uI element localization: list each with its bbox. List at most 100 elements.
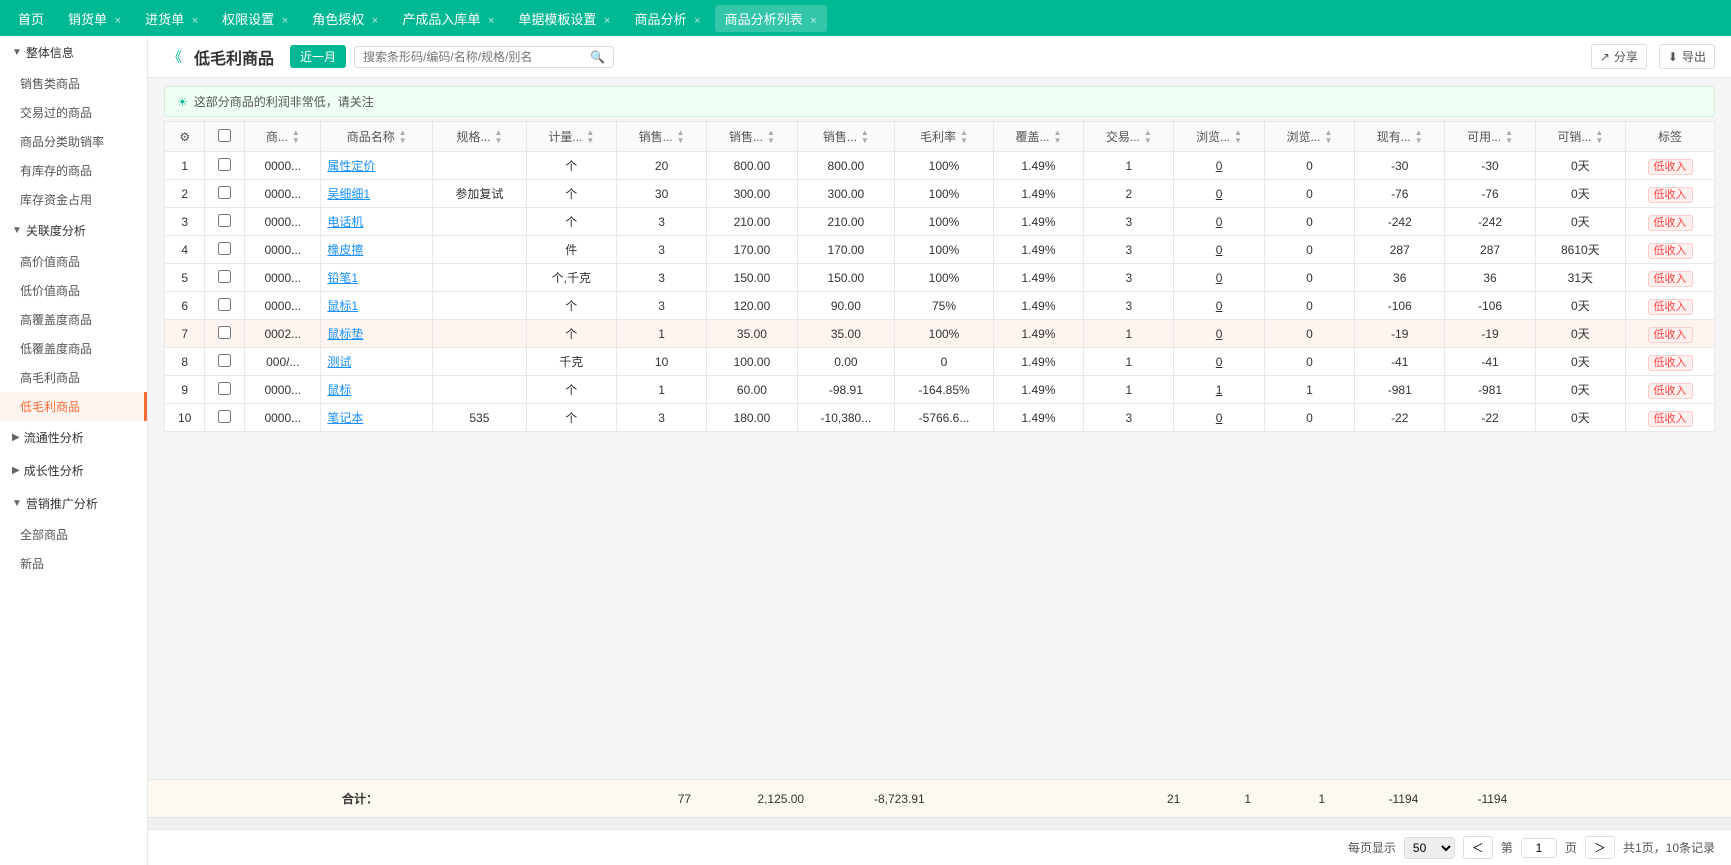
row-sales-price: 100.00	[707, 348, 797, 376]
collapse-sidebar-button[interactable]: 《	[164, 47, 186, 67]
col-sellable[interactable]: 可销...▲▼	[1535, 122, 1625, 152]
row-view1[interactable]: 0	[1174, 348, 1264, 376]
row-view1[interactable]: 0	[1174, 320, 1264, 348]
row-view1[interactable]: 0	[1174, 208, 1264, 236]
col-name[interactable]: 商品名称▲▼	[321, 122, 433, 152]
sidebar-group-relevance[interactable]: ▼ 关联度分析	[0, 214, 147, 247]
nav-sales[interactable]: 销货单 ×	[58, 5, 131, 32]
export-button[interactable]: ⬇ 导出	[1659, 44, 1715, 69]
sidebar-item-category-rate[interactable]: 商品分类助销率	[0, 127, 147, 156]
sidebar-group-growth[interactable]: ▶ 成长性分析	[0, 454, 147, 487]
nav-role-auth[interactable]: 角色授权 ×	[302, 5, 388, 32]
close-icon[interactable]: ×	[604, 15, 610, 27]
nav-product-analysis[interactable]: 商品分析 ×	[624, 5, 710, 32]
col-spec[interactable]: 规格...▲▼	[433, 122, 527, 152]
row-name[interactable]: 鼠标	[321, 376, 433, 404]
share-button[interactable]: ↗ 分享	[1591, 44, 1647, 69]
sidebar-group-overall[interactable]: ▼ 整体信息	[0, 36, 147, 69]
close-icon[interactable]: ×	[810, 15, 816, 27]
notice-bar: ☀ 这部分商品的利润非常低，请关注	[164, 86, 1715, 117]
row-view1[interactable]: 0	[1174, 404, 1264, 432]
col-available[interactable]: 可用...▲▼	[1445, 122, 1535, 152]
row-view1[interactable]: 0	[1174, 292, 1264, 320]
row-view1[interactable]: 0	[1174, 180, 1264, 208]
row-checkbox[interactable]	[205, 376, 245, 404]
col-code[interactable]: 商...▲▼	[245, 122, 321, 152]
row-checkbox[interactable]	[205, 404, 245, 432]
col-current[interactable]: 现有...▲▼	[1355, 122, 1445, 152]
col-margin[interactable]: 毛利率▲▼	[895, 122, 994, 152]
col-trade-count[interactable]: 交易...▲▼	[1084, 122, 1174, 152]
row-checkbox[interactable]	[205, 320, 245, 348]
sidebar-item-all-goods[interactable]: 全部商品	[0, 520, 147, 549]
close-icon[interactable]: ×	[115, 15, 121, 27]
col-settings[interactable]: ⚙	[165, 122, 205, 152]
row-name[interactable]: 吴细细1	[321, 180, 433, 208]
row-checkbox[interactable]	[205, 292, 245, 320]
nav-purchase[interactable]: 进货单 ×	[135, 5, 208, 32]
sidebar-group-marketing[interactable]: ▼ 营销推广分析	[0, 487, 147, 520]
sidebar-item-traded-goods[interactable]: 交易过的商品	[0, 98, 147, 127]
close-icon[interactable]: ×	[372, 15, 378, 27]
col-view2[interactable]: 浏览...▲▼	[1264, 122, 1354, 152]
row-view1[interactable]: 1	[1174, 376, 1264, 404]
row-checkbox[interactable]	[205, 152, 245, 180]
search-input[interactable]	[363, 50, 586, 64]
row-view1[interactable]: 0	[1174, 152, 1264, 180]
close-icon[interactable]: ×	[694, 15, 700, 27]
row-checkbox[interactable]	[205, 208, 245, 236]
prev-page-button[interactable]: ＜	[1463, 836, 1493, 859]
row-checkbox[interactable]	[205, 236, 245, 264]
horizontal-scrollbar[interactable]	[148, 817, 1731, 829]
col-view1[interactable]: 浏览...▲▼	[1174, 122, 1264, 152]
row-name[interactable]: 测试	[321, 348, 433, 376]
sidebar-item-low-margin[interactable]: 低毛利商品	[0, 392, 147, 421]
col-sales-qty[interactable]: 销售...▲▼	[616, 122, 706, 152]
close-icon[interactable]: ×	[282, 15, 288, 27]
select-all-checkbox[interactable]	[218, 129, 231, 142]
nav-permissions[interactable]: 权限设置 ×	[212, 5, 298, 32]
sidebar-item-high-coverage[interactable]: 高覆盖度商品	[0, 305, 147, 334]
filter-period-button[interactable]: 近一月	[290, 45, 346, 68]
col-coverage[interactable]: 覆盖...▲▼	[993, 122, 1083, 152]
row-current: 36	[1355, 264, 1445, 292]
close-icon[interactable]: ×	[192, 15, 198, 27]
col-checkbox[interactable]	[205, 122, 245, 152]
sidebar-item-low-coverage[interactable]: 低覆盖度商品	[0, 334, 147, 363]
col-sales-price[interactable]: 销售...▲▼	[707, 122, 797, 152]
row-name[interactable]: 电话机	[321, 208, 433, 236]
row-name[interactable]: 笔记本	[321, 404, 433, 432]
close-icon[interactable]: ×	[488, 15, 494, 27]
row-name[interactable]: 铅笔1	[321, 264, 433, 292]
nav-product-entry[interactable]: 产成品入库单 ×	[392, 5, 504, 32]
sidebar-item-stock-capital[interactable]: 库存资金占用	[0, 185, 147, 214]
row-name[interactable]: 橡皮擦	[321, 236, 433, 264]
row-checkbox[interactable]	[205, 180, 245, 208]
row-checkbox[interactable]	[205, 264, 245, 292]
col-sales-profit[interactable]: 销售...▲▼	[797, 122, 895, 152]
sidebar-item-high-value[interactable]: 高价值商品	[0, 247, 147, 276]
sidebar-item-high-margin[interactable]: 高毛利商品	[0, 363, 147, 392]
next-page-button[interactable]: ＞	[1585, 836, 1615, 859]
per-page-select[interactable]: 50 100 200	[1404, 837, 1455, 859]
col-unit[interactable]: 计量...▲▼	[526, 122, 616, 152]
nav-template-settings[interactable]: 单据模板设置 ×	[508, 5, 620, 32]
row-index: 6	[165, 292, 205, 320]
nav-product-analysis-list[interactable]: 商品分析列表 ×	[715, 5, 827, 32]
sidebar-item-new-goods[interactable]: 新品	[0, 549, 147, 578]
row-view1[interactable]: 0	[1174, 236, 1264, 264]
row-view1[interactable]: 0	[1174, 264, 1264, 292]
table-container[interactable]: ⚙ 商...▲▼ 商品名称▲▼ 规格...▲▼ 计量...▲▼ 销售...▲▼ …	[148, 121, 1731, 779]
row-margin: 100%	[895, 208, 994, 236]
row-name[interactable]: 鼠标垫	[321, 320, 433, 348]
sidebar-item-sales-goods[interactable]: 销售类商品	[0, 69, 147, 98]
row-checkbox[interactable]	[205, 348, 245, 376]
row-name[interactable]: 属性定价	[321, 152, 433, 180]
sidebar-item-low-value[interactable]: 低价值商品	[0, 276, 147, 305]
nav-home[interactable]: 首页	[8, 5, 54, 32]
row-available: 287	[1445, 236, 1535, 264]
page-input[interactable]	[1521, 838, 1557, 858]
sidebar-group-circulation[interactable]: ▶ 流通性分析	[0, 421, 147, 454]
row-name[interactable]: 鼠标1	[321, 292, 433, 320]
sidebar-item-in-stock[interactable]: 有库存的商品	[0, 156, 147, 185]
